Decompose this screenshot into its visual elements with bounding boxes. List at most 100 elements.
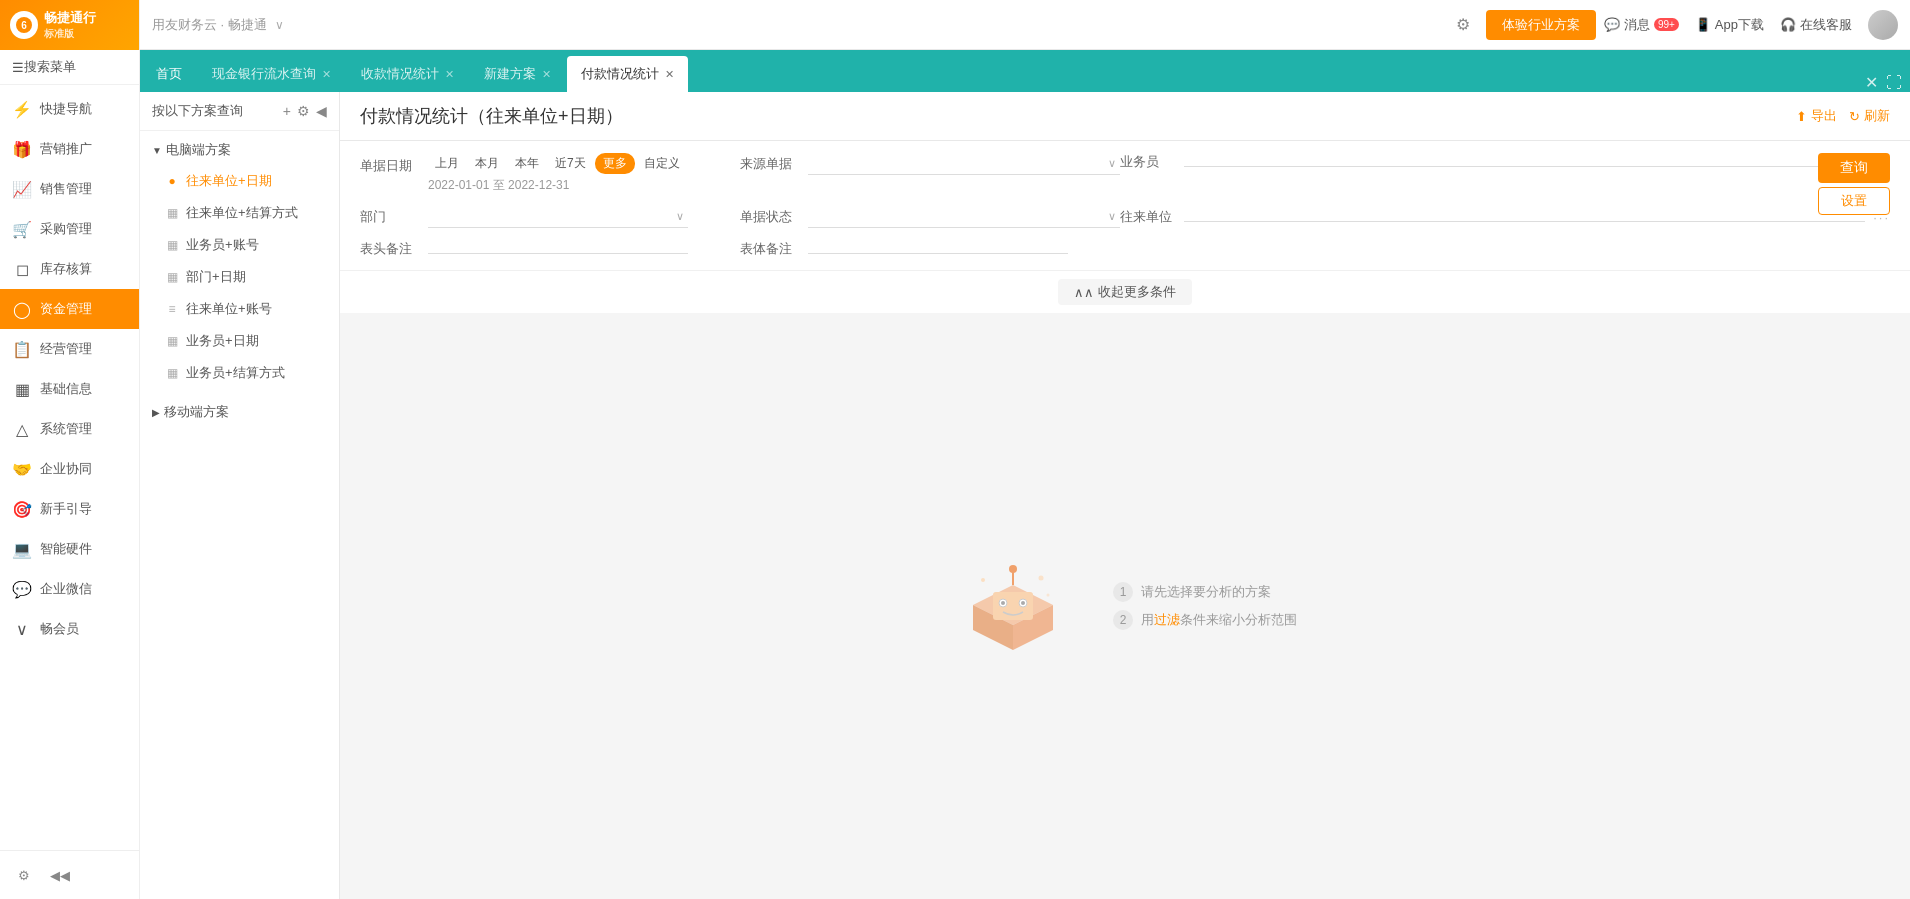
user-avatar[interactable]: [1868, 10, 1898, 40]
app-header: 6 畅捷通行 标准版: [0, 0, 139, 50]
scheme-item-counterpart-date[interactable]: ● 往来单位+日期: [140, 165, 339, 197]
scheme-settings-btn[interactable]: ⚙: [297, 103, 310, 119]
sidebar-item-sales[interactable]: 📈 销售管理: [0, 169, 139, 209]
sidebar-item-operations[interactable]: 📋 经营管理: [0, 329, 139, 369]
sidebar-item-label: 智能硬件: [40, 540, 92, 558]
scheme-item-salesman-account[interactable]: ▦ 业务员+账号: [140, 229, 339, 261]
settings-btn[interactable]: 设置: [1818, 187, 1890, 215]
date-last-month-btn[interactable]: 上月: [428, 153, 466, 174]
tab-receipt-stats[interactable]: 收款情况统计 ✕: [347, 56, 468, 92]
scheme-item-salesman-payment[interactable]: ▦ 业务员+结算方式: [140, 357, 339, 389]
page-header: 付款情况统计（往来单位+日期） ⬆ 导出 ↻ 刷新: [340, 92, 1910, 141]
scheme-item-label: 业务员+日期: [186, 332, 259, 350]
filter-link[interactable]: 过滤: [1154, 612, 1180, 627]
tab-bank-flow[interactable]: 现金银行流水查询 ✕: [198, 56, 345, 92]
scheme-item-label: 业务员+结算方式: [186, 364, 285, 382]
empty-state: 1 请先选择要分析的方案 2 用过滤条件来缩小分析范围: [340, 313, 1910, 899]
date-more-btn[interactable]: 更多: [595, 153, 635, 174]
sidebar-item-hardware[interactable]: 💻 智能硬件: [0, 529, 139, 569]
tab-payment-stats-close-icon[interactable]: ✕: [665, 68, 674, 81]
tab-bank-flow-close-icon[interactable]: ✕: [322, 68, 331, 81]
date-7days-btn[interactable]: 近7天: [548, 153, 593, 174]
scheme-group-desktop: ▼ 电脑端方案 ● 往来单位+日期 ▦ 往来单位+结算方式 ▦ 业务员+账号 ▦: [140, 131, 339, 393]
sidebar-item-purchase[interactable]: 🛒 采购管理: [0, 209, 139, 249]
search-menu[interactable]: ☰ 搜索菜单: [0, 50, 139, 85]
purchase-icon: 🛒: [12, 219, 32, 239]
sidebar-item-inventory[interactable]: ◻ 库存核算: [0, 249, 139, 289]
doc-status-label: 单据状态: [740, 208, 800, 226]
app-download-label: App下载: [1715, 16, 1764, 34]
topbar-settings-icon[interactable]: ⚙: [1456, 15, 1470, 34]
scheme-item-label: 往来单位+结算方式: [186, 204, 298, 222]
sidebar-item-marketing[interactable]: 🎁 营销推广: [0, 129, 139, 169]
app-logo: 6: [10, 11, 38, 39]
notification-btn[interactable]: 💬 消息 99+: [1604, 16, 1679, 34]
tab-new-scheme-close-icon[interactable]: ✕: [542, 68, 551, 81]
enterprise-icon: 🤝: [12, 459, 32, 479]
settings-footer-btn[interactable]: ⚙: [10, 861, 38, 889]
trial-btn[interactable]: 体验行业方案: [1486, 10, 1596, 40]
voucher-date-label: 单据日期: [360, 153, 420, 175]
date-filter-btns: 上月 本月 本年 近7天 更多 自定义: [428, 153, 687, 174]
svg-point-11: [1009, 565, 1017, 573]
tab-receipt-stats-close-icon[interactable]: ✕: [445, 68, 454, 81]
scheme-group-mobile-header[interactable]: ▶ 移动端方案: [140, 397, 339, 427]
doc-status-select[interactable]: ∨: [808, 206, 1120, 228]
dept-chevron-icon: ∨: [676, 210, 684, 223]
scheme-item-label: 业务员+账号: [186, 236, 259, 254]
source-doc-select[interactable]: ∨: [808, 153, 1120, 175]
tab-home-label: 首页: [156, 65, 182, 83]
sidebar-item-basic-info[interactable]: ▦ 基础信息: [0, 369, 139, 409]
svg-text:6: 6: [21, 20, 27, 31]
app-download-btn[interactable]: 📱 App下载: [1695, 16, 1764, 34]
customer-service-btn[interactable]: 🎧 在线客服: [1780, 16, 1852, 34]
date-this-month-btn[interactable]: 本月: [468, 153, 506, 174]
salesman-input[interactable]: [1184, 158, 1865, 167]
header-note-input[interactable]: [428, 245, 688, 254]
date-custom-btn[interactable]: 自定义: [637, 153, 687, 174]
sidebar-item-system[interactable]: △ 系统管理: [0, 409, 139, 449]
collapse-sidebar-btn[interactable]: ◀◀: [46, 861, 74, 889]
svg-rect-5: [993, 592, 1033, 620]
topbar-actions: 💬 消息 99+ 📱 App下载 🎧 在线客服: [1604, 10, 1898, 40]
search-menu-label: 搜索菜单: [24, 58, 76, 76]
query-btn[interactable]: 查询: [1818, 153, 1890, 183]
svg-point-9: [1021, 601, 1025, 605]
sidebar-item-wechat[interactable]: 💬 企业微信: [0, 569, 139, 609]
topbar: 用友财务云 · 畅捷通 ∨ ⚙ 体验行业方案 💬 消息 99+ 📱 App下载 …: [140, 0, 1910, 50]
sidebar-item-member[interactable]: ∨ 畅会员: [0, 609, 139, 649]
scheme-item-salesman-date[interactable]: ▦ 业务员+日期: [140, 325, 339, 357]
date-this-year-btn[interactable]: 本年: [508, 153, 546, 174]
marketing-icon: 🎁: [12, 139, 32, 159]
tabbar: 首页 现金银行流水查询 ✕ 收款情况统计 ✕ 新建方案 ✕ 付款情况统计 ✕ ✕…: [140, 50, 1910, 92]
collapse-btn[interactable]: ∧∧ 收起更多条件: [1058, 279, 1192, 305]
add-scheme-btn[interactable]: +: [283, 103, 291, 119]
close-tab-btn[interactable]: ✕: [1865, 73, 1878, 92]
scheme-group-desktop-header[interactable]: ▼ 电脑端方案: [140, 135, 339, 165]
dept-select[interactable]: ∨: [428, 206, 688, 228]
sidebar-item-enterprise[interactable]: 🤝 企业协同: [0, 449, 139, 489]
tab-home[interactable]: 首页: [142, 56, 196, 92]
scheme-item-dept-date[interactable]: ▦ 部门+日期: [140, 261, 339, 293]
scheme-item-counterpart-payment[interactable]: ▦ 往来单位+结算方式: [140, 197, 339, 229]
sales-icon: 📈: [12, 179, 32, 199]
scheme-item-counterpart-account[interactable]: ≡ 往来单位+账号: [140, 293, 339, 325]
tab-new-scheme[interactable]: 新建方案 ✕: [470, 56, 565, 92]
sidebar-item-guide[interactable]: 🎯 新手引导: [0, 489, 139, 529]
export-btn[interactable]: ⬆ 导出: [1796, 107, 1837, 125]
body-note-input[interactable]: [808, 245, 1068, 254]
refresh-btn[interactable]: ↻ 刷新: [1849, 107, 1890, 125]
expand-btn[interactable]: ⛶: [1886, 74, 1902, 92]
sidebar-item-quick-nav[interactable]: ⚡ 快捷导航: [0, 89, 139, 129]
sidebar-item-label: 销售管理: [40, 180, 92, 198]
scheme-group-arrow-icon: ▼: [152, 145, 162, 156]
tab-payment-stats[interactable]: 付款情况统计 ✕: [567, 56, 688, 92]
counterpart-input[interactable]: [1184, 213, 1865, 222]
collapse-scheme-btn[interactable]: ◀: [316, 103, 327, 119]
page-area: 按以下方案查询 + ⚙ ◀ ▼ 电脑端方案 ● 往来单位+日期 ▦: [140, 92, 1910, 899]
sidebar-item-finance[interactable]: ◯ 资金管理: [0, 289, 139, 329]
scheme-panel-actions: + ⚙ ◀: [283, 103, 327, 119]
sidebar-footer: ⚙ ◀◀: [0, 850, 139, 899]
svg-point-12: [981, 578, 985, 582]
sidebar-item-label: 系统管理: [40, 420, 92, 438]
